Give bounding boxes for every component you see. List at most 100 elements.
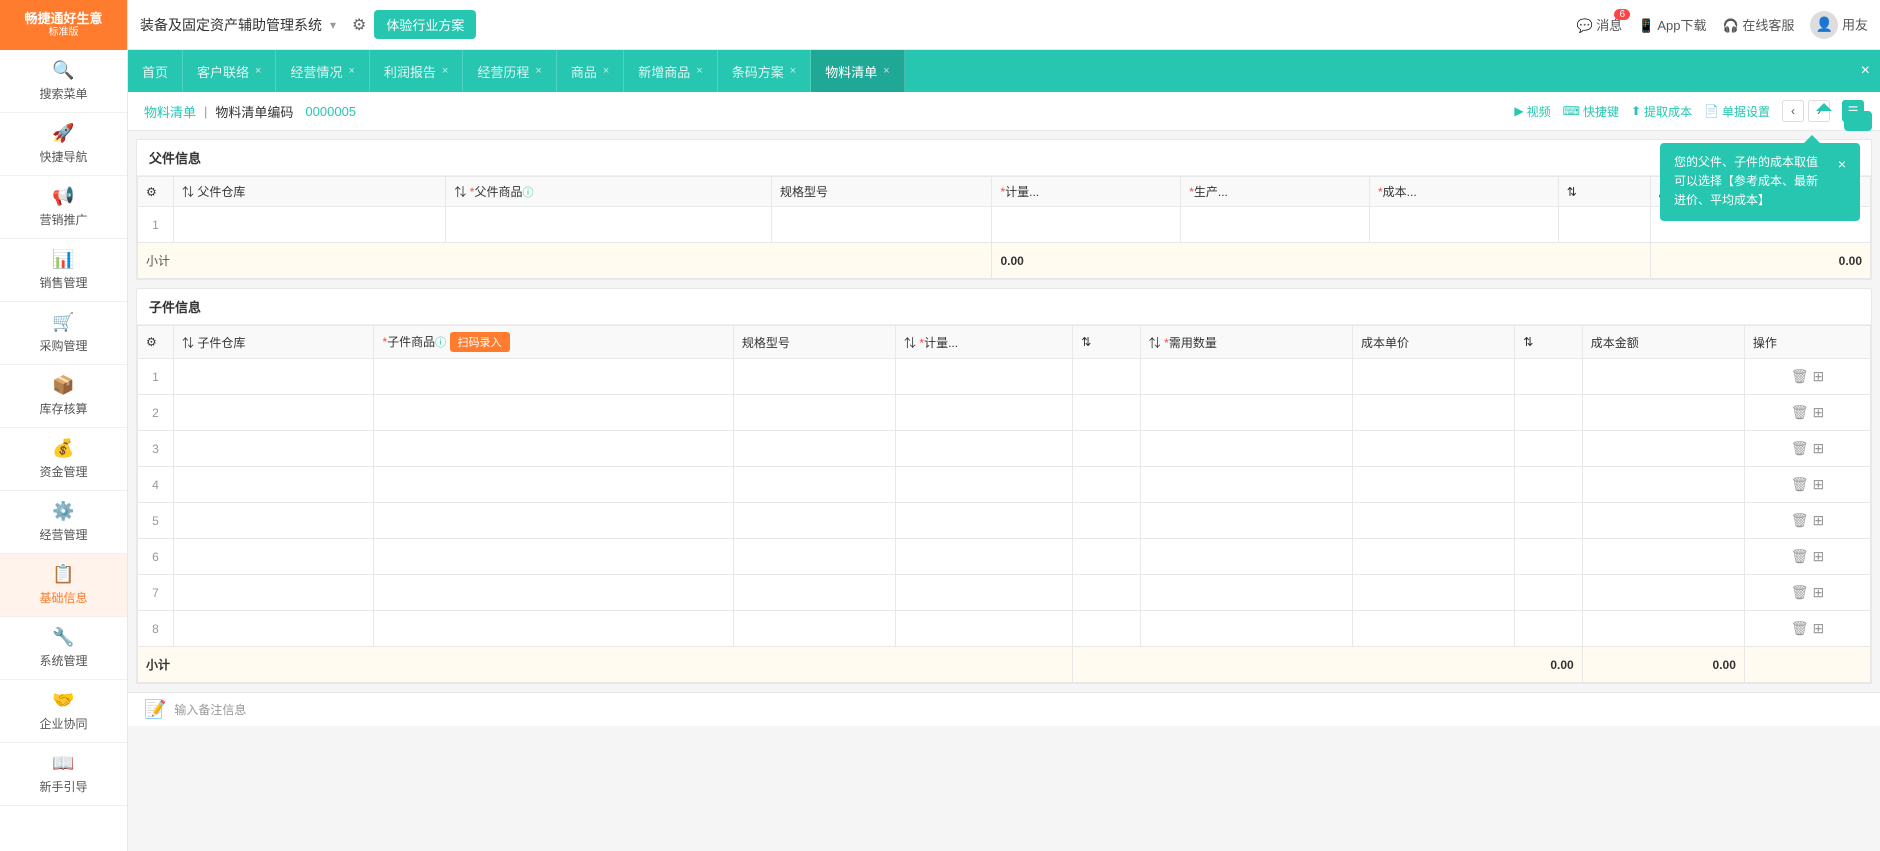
sidebar-item-basic-info[interactable]: 📋 基础信息 <box>0 554 127 617</box>
child-spec-1[interactable] <box>733 359 895 395</box>
shortcut-action[interactable]: ⌨ 快捷键 <box>1563 103 1619 120</box>
child-sort2-1[interactable] <box>1515 359 1583 395</box>
tab-barcode[interactable]: 条码方案 × <box>718 50 811 92</box>
tab-hist-label: 经营历程 <box>477 62 529 81</box>
user-avatar[interactable]: 👤 用友 <box>1810 11 1868 39</box>
sidebar-item-guide[interactable]: 📖 新手引导 <box>0 743 127 806</box>
experience-button[interactable]: 体验行业方案 <box>374 10 476 39</box>
extract-icon: ⬆ <box>1631 104 1641 118</box>
sidebar-item-marketing[interactable]: 📢 营销推广 <box>0 176 127 239</box>
delete-icon-8[interactable]: 🗑 <box>1791 620 1809 637</box>
tab-barcode-close[interactable]: × <box>790 65 796 77</box>
child-goods-1[interactable] <box>374 359 733 395</box>
single-settings-action[interactable]: 📄 单据设置 <box>1704 103 1770 120</box>
page-content: 物料清单 | 物料清单编码 0000005 ▶ 视频 ⌨ 快捷键 ⬆ 提取成本 … <box>128 92 1880 851</box>
tab-hist-close[interactable]: × <box>535 65 541 77</box>
tab-ops-label: 经营情况 <box>290 62 342 81</box>
copy-icon-6[interactable]: ⊞ <box>1812 548 1824 565</box>
dropdown-arrow-icon[interactable]: ▾ <box>330 18 336 32</box>
online-service-link[interactable]: 🎧 在线客服 <box>1723 15 1795 34</box>
tab-ops-close[interactable]: × <box>348 65 354 77</box>
copy-icon-1[interactable]: ⊞ <box>1812 368 1824 385</box>
sidebar-item-operations[interactable]: ⚙️ 经营管理 <box>0 491 127 554</box>
sidebar-item-enterprise[interactable]: 🤝 企业协同 <box>0 680 127 743</box>
parent-cell-goods-1[interactable] <box>446 207 772 243</box>
parent-table: ⚙ ⇅ 父件仓库 ⇅ *父件商品ⓘ 规格型号 <box>137 176 1871 279</box>
parent-cell-warehouse-1[interactable] <box>174 207 446 243</box>
prev-button[interactable]: ‹ <box>1782 100 1804 122</box>
tooltip-close[interactable]: × <box>1838 153 1846 175</box>
copy-icon-4[interactable]: ⊞ <box>1812 476 1824 493</box>
delete-icon-6[interactable]: 🗑 <box>1791 548 1809 565</box>
parent-cell-produce-1[interactable] <box>1181 207 1370 243</box>
content-wrapper: × 您的父件、子件的成本取值可以选择【参考成本、最新进价、平均成本】 父件信息 … <box>128 139 1880 726</box>
child-unit-1[interactable] <box>896 359 1073 395</box>
delete-icon-2[interactable]: 🗑 <box>1791 404 1809 421</box>
tab-goods-label: 商品 <box>571 62 597 81</box>
warehouse-sort-icon[interactable]: ⇅ <box>182 185 194 199</box>
tab-customer-close[interactable]: × <box>255 65 261 77</box>
extract-cost-action[interactable]: ⬆ 提取成本 <box>1631 103 1692 120</box>
breadcrumb-bom[interactable]: 物料清单 <box>144 102 196 121</box>
app-download-link[interactable]: 📱 App下载 <box>1638 15 1706 34</box>
scan-button[interactable]: 扫码录入 <box>450 332 510 352</box>
notifications[interactable]: 💬 6 消息 <box>1576 15 1622 34</box>
parent-cell-spec-1[interactable] <box>772 207 992 243</box>
child-action-8: 🗑 ⊞ <box>1744 611 1870 647</box>
tab-ops-history[interactable]: 经营历程 × <box>463 50 556 92</box>
child-sort1-1[interactable] <box>1073 359 1141 395</box>
sidebar-item-finance[interactable]: 💰 资金管理 <box>0 428 127 491</box>
child-qty-sort[interactable]: ⇅ <box>1149 336 1161 350</box>
settings-col-icon[interactable]: ⚙ <box>146 185 157 199</box>
copy-icon-2[interactable]: ⊞ <box>1812 404 1824 421</box>
main-area: 装备及固定资产辅助管理系统 ▾ ⚙ 体验行业方案 💬 6 消息 📱 App下载 … <box>128 0 1880 851</box>
child-col-unit: ⇅ *计量... <box>896 326 1073 359</box>
parent-cell-unit-1[interactable] <box>992 207 1181 243</box>
tab-bom-label: 物料清单 <box>825 62 877 81</box>
child-unit-sort[interactable]: ⇅ <box>904 336 916 350</box>
delete-icon-1[interactable]: 🗑 <box>1791 368 1809 385</box>
settings-gear-icon[interactable]: ⚙ <box>352 15 366 35</box>
tab-customer[interactable]: 客户联络 × <box>183 50 276 92</box>
tabs-close-all[interactable]: × <box>1851 62 1880 80</box>
sidebar-item-purchase[interactable]: 🛒 采购管理 <box>0 302 127 365</box>
page-header-actions: ▶ 视频 ⌨ 快捷键 ⬆ 提取成本 📄 单据设置 ‹ › <box>1514 100 1864 122</box>
child-unitcost-1[interactable] <box>1352 359 1514 395</box>
goods-sort-icon[interactable]: ⇅ <box>454 185 466 199</box>
tab-goods[interactable]: 商品 × <box>557 50 624 92</box>
child-warehouse-sort[interactable]: ⇅ <box>182 336 194 350</box>
sidebar-item-system[interactable]: 🔧 系统管理 <box>0 617 127 680</box>
tab-newgoods-close[interactable]: × <box>696 65 702 77</box>
search-icon: 🔍 <box>52 60 74 81</box>
tab-operations-status[interactable]: 经营情况 × <box>276 50 369 92</box>
child-warehouse-1[interactable] <box>174 359 374 395</box>
tab-bom[interactable]: 物料清单 × <box>811 50 904 92</box>
sidebar-item-quick-nav[interactable]: 🚀 快捷导航 <box>0 113 127 176</box>
delete-icon-4[interactable]: 🗑 <box>1791 476 1809 493</box>
copy-icon-8[interactable]: ⊞ <box>1812 620 1824 637</box>
delete-icon-3[interactable]: 🗑 <box>1791 440 1809 457</box>
tab-new-goods[interactable]: 新增商品 × <box>624 50 717 92</box>
copy-icon-5[interactable]: ⊞ <box>1812 512 1824 529</box>
tab-profit-close[interactable]: × <box>442 65 448 77</box>
parent-col-produce: *生产... <box>1181 177 1370 207</box>
child-col-unit-cost: 成本单价 <box>1352 326 1514 359</box>
child-qty-1[interactable] <box>1140 359 1352 395</box>
user-name: 用友 <box>1842 17 1868 32</box>
view-action[interactable]: ▶ 视频 <box>1514 103 1550 120</box>
app-logo: 畅捷通好生意 标准版 <box>0 0 127 50</box>
parent-cell-cost-1[interactable] <box>1370 207 1559 243</box>
copy-icon-3[interactable]: ⊞ <box>1812 440 1824 457</box>
tab-goods-close[interactable]: × <box>603 65 609 77</box>
copy-icon-7[interactable]: ⊞ <box>1812 584 1824 601</box>
tab-profit-report[interactable]: 利润报告 × <box>370 50 463 92</box>
delete-icon-7[interactable]: 🗑 <box>1791 584 1809 601</box>
sidebar-item-sales[interactable]: 📊 销售管理 <box>0 239 127 302</box>
parent-cell-sort-1[interactable] <box>1558 207 1650 243</box>
tab-home[interactable]: 首页 <box>128 50 183 92</box>
sidebar-item-search[interactable]: 🔍 搜索菜单 <box>0 50 127 113</box>
tab-bom-close[interactable]: × <box>883 65 889 77</box>
sidebar-item-inventory[interactable]: 📦 库存核算 <box>0 365 127 428</box>
child-settings-icon[interactable]: ⚙ <box>146 335 157 349</box>
delete-icon-5[interactable]: 🗑 <box>1791 512 1809 529</box>
